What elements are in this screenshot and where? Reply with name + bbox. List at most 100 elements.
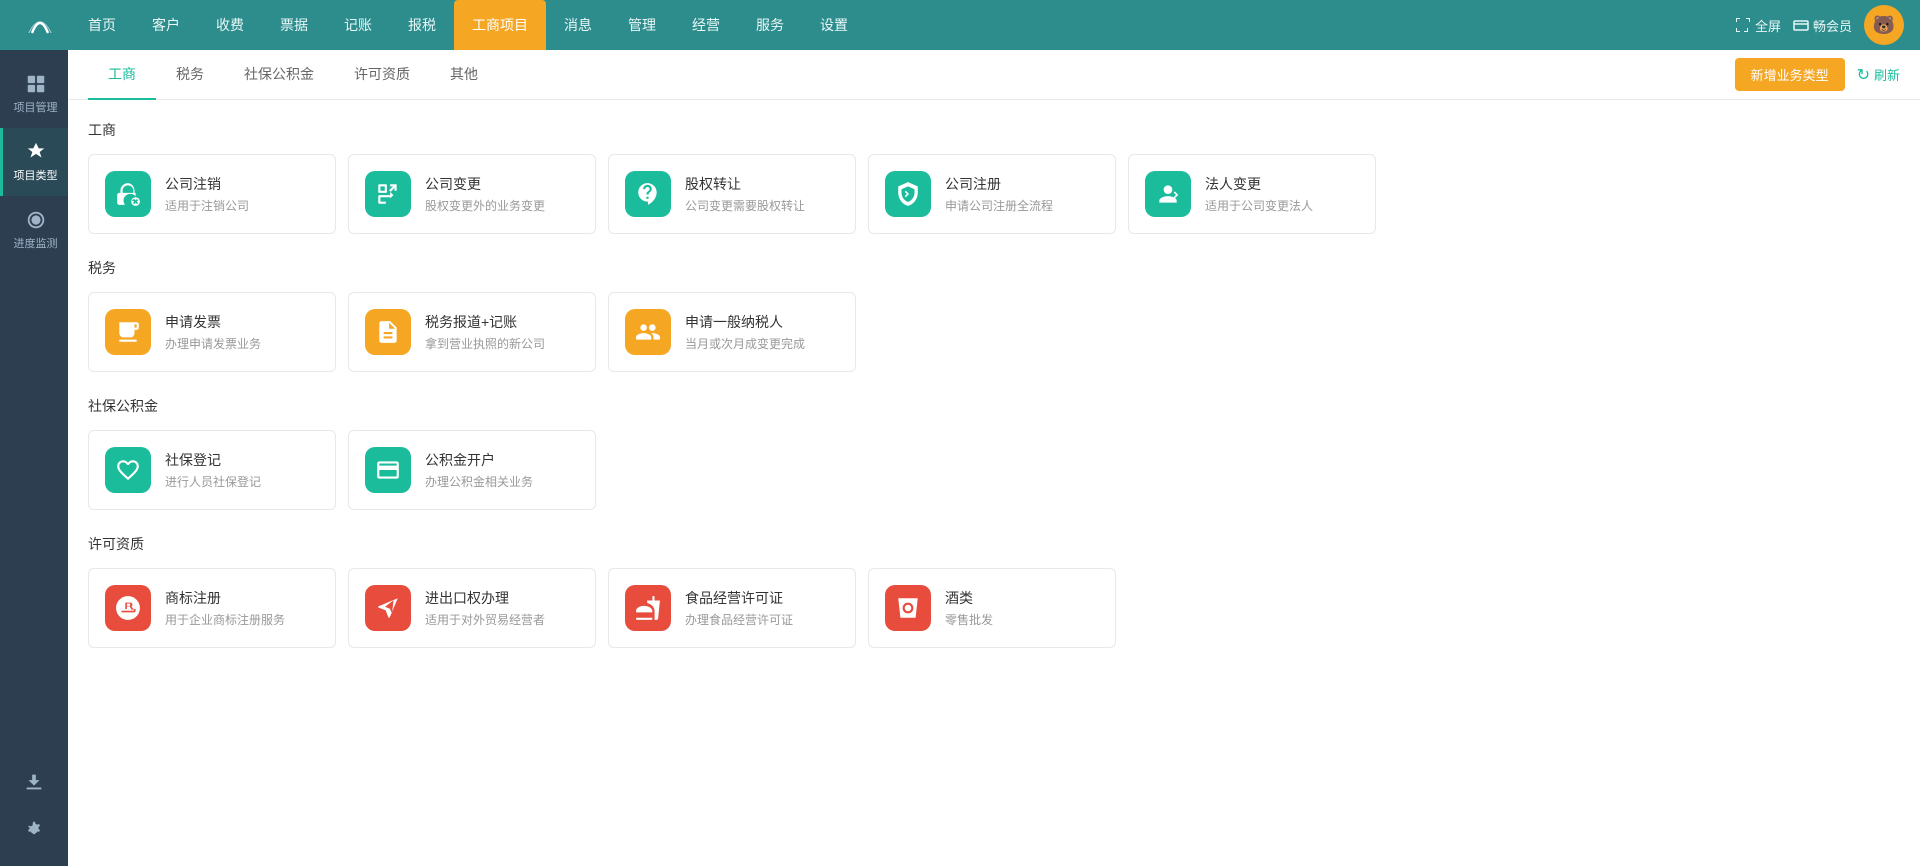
section-title-许可资质: 许可资质 <box>88 534 1900 554</box>
card-info: 进出口权办理 适用于对外贸易经营者 <box>425 588 579 629</box>
nav-item-管理[interactable]: 管理 <box>610 0 674 50</box>
card-icon-building-register <box>885 171 931 217</box>
service-card-公司变更[interactable]: 公司变更 股权变更外的业务变更 <box>348 154 596 234</box>
card-desc: 办理食品经营许可证 <box>685 612 839 629</box>
card-desc: 适用于注销公司 <box>165 198 319 215</box>
nav-item-消息[interactable]: 消息 <box>546 0 610 50</box>
card-icon-alcohol <box>885 585 931 631</box>
refresh-button[interactable]: ↻ 刷新 <box>1857 65 1900 85</box>
nav-item-客户[interactable]: 客户 <box>134 0 198 50</box>
card-icon-building-cancel <box>105 171 151 217</box>
tab-actions: 新增业务类型 ↻ 刷新 <box>1735 58 1900 91</box>
tab-税务[interactable]: 税务 <box>156 50 224 100</box>
card-info: 商标注册 用于企业商标注册服务 <box>165 588 319 629</box>
card-info: 公司注册 申请公司注册全流程 <box>945 174 1099 215</box>
card-desc: 进行人员社保登记 <box>165 474 319 491</box>
card-icon-person-change <box>1145 171 1191 217</box>
nav-item-经营[interactable]: 经营 <box>674 0 738 50</box>
card-icon-import-export <box>365 585 411 631</box>
nav-item-报税[interactable]: 报税 <box>390 0 454 50</box>
nav-item-票据[interactable]: 票据 <box>262 0 326 50</box>
card-desc: 当月或次月成变更完成 <box>685 336 839 353</box>
service-card-公司注册[interactable]: 公司注册 申请公司注册全流程 <box>868 154 1116 234</box>
service-card-股权转让[interactable]: 股权转让 公司变更需要股权转让 <box>608 154 856 234</box>
card-title: 公司注册 <box>945 174 1099 194</box>
left-sidebar: 项目管理 项目类型 进度监测 <box>0 50 68 866</box>
card-info: 申请一般纳税人 当月或次月成变更完成 <box>685 312 839 353</box>
app-logo[interactable] <box>10 0 70 50</box>
vip-button[interactable]: 畅会员 <box>1793 16 1852 35</box>
service-card-法人变更[interactable]: 法人变更 适用于公司变更法人 <box>1128 154 1376 234</box>
content-area: 工商税务社保公积金许可资质其他 新增业务类型 ↻ 刷新 工商 公司注销 适用于注… <box>68 50 1920 866</box>
nav-item-收费[interactable]: 收费 <box>198 0 262 50</box>
card-desc: 公司变更需要股权转让 <box>685 198 839 215</box>
sidebar-item-project-type[interactable]: 项目类型 <box>0 128 68 196</box>
card-title: 税务报道+记账 <box>425 312 579 332</box>
service-card-进出口权办理[interactable]: 进出口权办理 适用于对外贸易经营者 <box>348 568 596 648</box>
tab-bar: 工商税务社保公积金许可资质其他 新增业务类型 ↻ 刷新 <box>68 50 1920 100</box>
card-icon-tax-report <box>365 309 411 355</box>
nav-item-设置[interactable]: 设置 <box>802 0 866 50</box>
cards-grid-许可资质: 商标注册 用于企业商标注册服务 进出口权办理 适用于对外贸易经营者 食品经营许可… <box>88 568 1900 648</box>
service-card-商标注册[interactable]: 商标注册 用于企业商标注册服务 <box>88 568 336 648</box>
service-card-社保登记[interactable]: 社保登记 进行人员社保登记 <box>88 430 336 510</box>
card-title: 酒类 <box>945 588 1099 608</box>
service-card-公积金开户[interactable]: 公积金开户 办理公积金相关业务 <box>348 430 596 510</box>
card-icon-tax-payer <box>625 309 671 355</box>
card-desc: 零售批发 <box>945 612 1099 629</box>
mascot-icon: 🐻 <box>1864 5 1904 45</box>
card-title: 股权转让 <box>685 174 839 194</box>
card-info: 社保登记 进行人员社保登记 <box>165 450 319 491</box>
card-icon-social-security <box>105 447 151 493</box>
sidebar-item-project-manage[interactable]: 项目管理 <box>0 60 68 128</box>
cards-grid-社保公积金: 社保登记 进行人员社保登记 公积金开户 办理公积金相关业务 <box>88 430 1900 510</box>
nav-item-首页[interactable]: 首页 <box>70 0 134 50</box>
new-type-button[interactable]: 新增业务类型 <box>1735 58 1845 91</box>
service-card-公司注销[interactable]: 公司注销 适用于注销公司 <box>88 154 336 234</box>
tab-其他[interactable]: 其他 <box>430 50 498 100</box>
sidebar-item-progress[interactable]: 进度监测 <box>0 196 68 264</box>
card-title: 申请一般纳税人 <box>685 312 839 332</box>
card-title: 申请发票 <box>165 312 319 332</box>
content-scroll[interactable]: 工商 公司注销 适用于注销公司 公司变更 股权变更外的业务变更 <box>68 100 1920 866</box>
card-info: 股权转让 公司变更需要股权转让 <box>685 174 839 215</box>
top-nav-right: 全屏 畅会员 🐻 <box>1735 5 1920 45</box>
card-title: 食品经营许可证 <box>685 588 839 608</box>
card-info: 申请发票 办理申请发票业务 <box>165 312 319 353</box>
fullscreen-button[interactable]: 全屏 <box>1735 16 1781 35</box>
tab-工商[interactable]: 工商 <box>88 50 156 100</box>
nav-item-服务[interactable]: 服务 <box>738 0 802 50</box>
card-icon-invoice <box>105 309 151 355</box>
top-navigation: 首页客户收费票据记账报税工商项目消息管理经营服务设置 全屏 畅会员 🐻 <box>0 0 1920 50</box>
tab-许可资质[interactable]: 许可资质 <box>334 50 430 100</box>
card-icon-fund-account <box>365 447 411 493</box>
card-title: 商标注册 <box>165 588 319 608</box>
card-title: 社保登记 <box>165 450 319 470</box>
card-desc: 办理公积金相关业务 <box>425 474 579 491</box>
main-layout: 项目管理 项目类型 进度监测 <box>0 50 1920 866</box>
nav-item-工商项目[interactable]: 工商项目 <box>454 0 546 50</box>
card-desc: 申请公司注册全流程 <box>945 198 1099 215</box>
card-info: 公积金开户 办理公积金相关业务 <box>425 450 579 491</box>
card-title: 公司变更 <box>425 174 579 194</box>
card-desc: 适用于对外贸易经营者 <box>425 612 579 629</box>
card-desc: 适用于公司变更法人 <box>1205 198 1359 215</box>
card-desc: 拿到营业执照的新公司 <box>425 336 579 353</box>
settings-icon[interactable] <box>14 810 54 850</box>
section-title-税务: 税务 <box>88 258 1900 278</box>
nav-items: 首页客户收费票据记账报税工商项目消息管理经营服务设置 <box>70 0 1735 50</box>
download-icon[interactable] <box>14 762 54 802</box>
service-card-申请发票[interactable]: 申请发票 办理申请发票业务 <box>88 292 336 372</box>
card-info: 酒类 零售批发 <box>945 588 1099 629</box>
card-info: 公司注销 适用于注销公司 <box>165 174 319 215</box>
tab-社保公积金[interactable]: 社保公积金 <box>224 50 334 100</box>
service-card-酒类[interactable]: 酒类 零售批发 <box>868 568 1116 648</box>
service-card-食品经营许可证[interactable]: 食品经营许可证 办理食品经营许可证 <box>608 568 856 648</box>
nav-item-记账[interactable]: 记账 <box>326 0 390 50</box>
card-icon-food-license <box>625 585 671 631</box>
sidebar-bottom <box>14 762 54 850</box>
service-card-税务报道+记账[interactable]: 税务报道+记账 拿到营业执照的新公司 <box>348 292 596 372</box>
card-icon-trademark <box>105 585 151 631</box>
refresh-icon: ↻ <box>1857 65 1870 85</box>
service-card-申请一般纳税人[interactable]: 申请一般纳税人 当月或次月成变更完成 <box>608 292 856 372</box>
